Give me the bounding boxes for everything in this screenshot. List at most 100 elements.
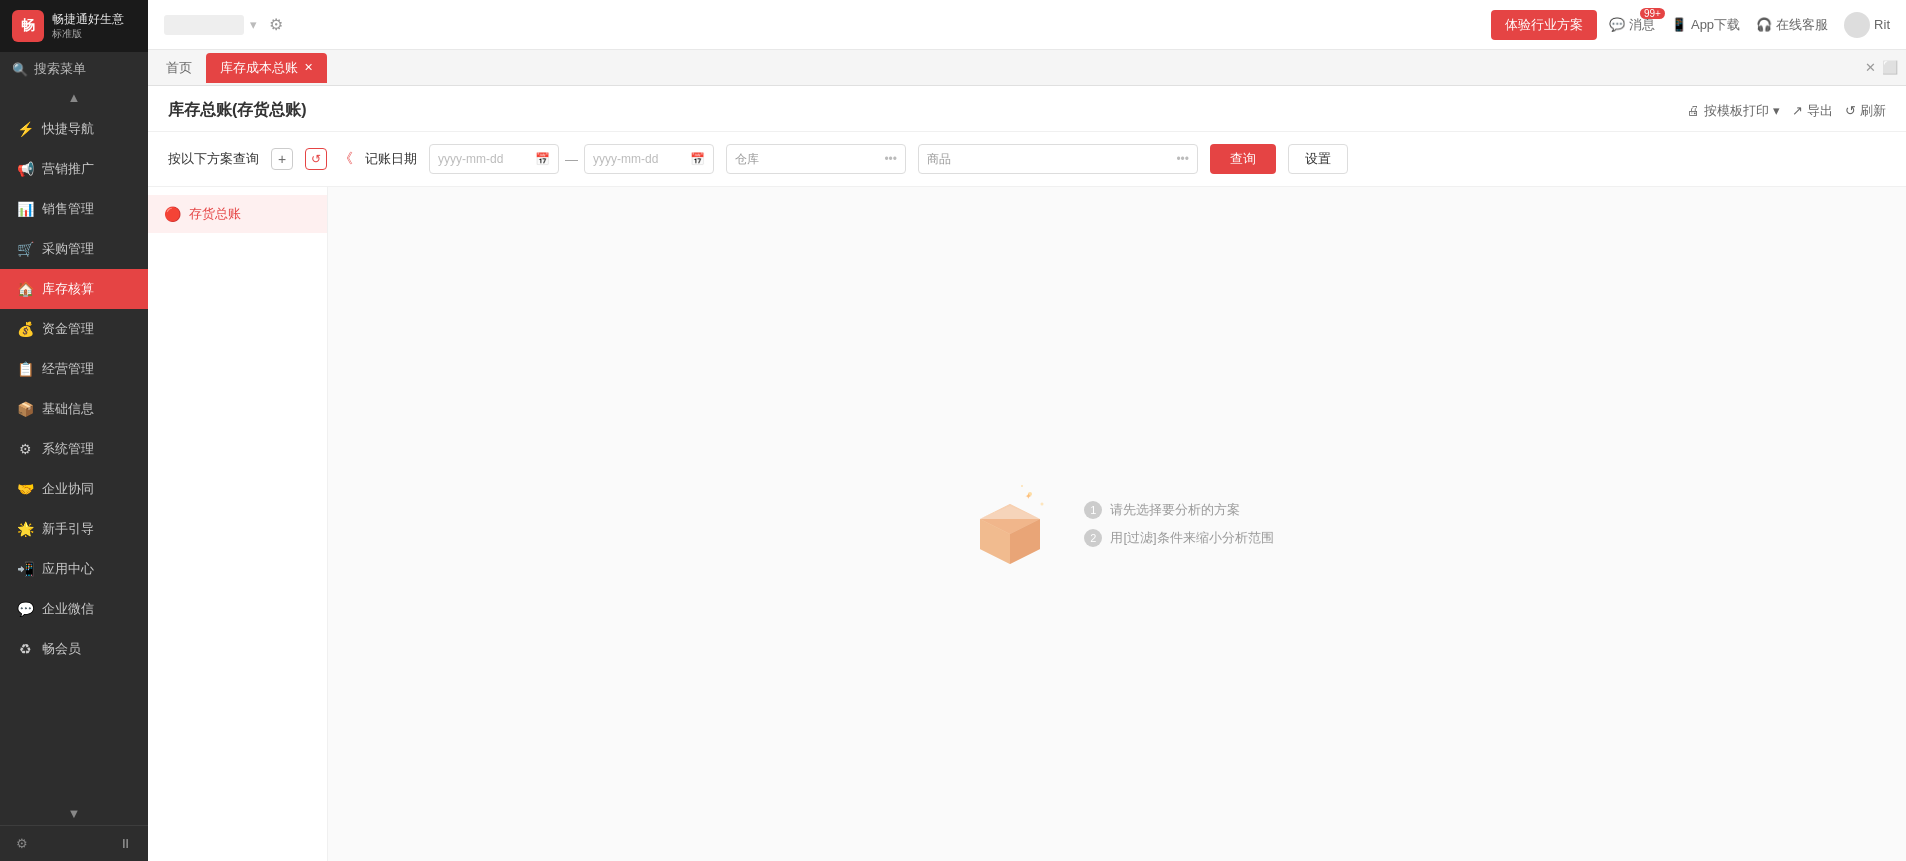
settings-button[interactable]: 设置: [1288, 144, 1348, 174]
tab-expand-icon[interactable]: ⬜: [1882, 60, 1898, 75]
warehouse-placeholder: 仓库: [735, 151, 759, 168]
main-content: ▾ ⚙ 体验行业方案 💬 消息 99+ 📱 App下载 🎧 在线客服 Rit: [148, 0, 1906, 861]
breadcrumb-arrow: ▾: [250, 17, 257, 32]
tip-num-2: 2: [1084, 529, 1102, 547]
page-title: 库存总账(存货总账): [168, 100, 307, 131]
user-profile[interactable]: Rit: [1844, 12, 1890, 38]
filter-label: 按以下方案查询: [168, 150, 259, 168]
print-icon: 🖨: [1687, 103, 1700, 118]
coop-icon: 🤝: [16, 481, 34, 497]
sidebar: 畅 畅捷通好生意 标准版 🔍 搜索菜单 ▲ ⚡ 快捷导航 📢 营销推广 📊 销售…: [0, 0, 148, 861]
breadcrumb-text: [164, 15, 244, 35]
tab-inventory-ledger[interactable]: 库存成本总账 ✕: [206, 53, 327, 83]
empty-state: ✦ 1 请先选择要分析的方案 2 用[过滤]条件来缩小分析范围: [960, 474, 1273, 574]
tip-item-2: 2 用[过滤]条件来缩小分析范围: [1084, 529, 1273, 547]
sidebar-search[interactable]: 🔍 搜索菜单: [0, 52, 148, 86]
tip-item-1: 1 请先选择要分析的方案: [1084, 501, 1273, 519]
avatar: [1844, 12, 1870, 38]
tab-close-all-icon[interactable]: ✕: [1865, 60, 1876, 75]
marketing-icon: 📢: [16, 161, 34, 177]
sidebar-item-basic[interactable]: 📦 基础信息: [0, 389, 148, 429]
svg-point-7: [1041, 503, 1044, 506]
calendar-start-icon[interactable]: 📅: [535, 152, 550, 166]
sidebar-item-label: 资金管理: [42, 320, 94, 338]
sales-icon: 📊: [16, 201, 34, 217]
print-button[interactable]: 🖨 按模板打印 ▾: [1687, 102, 1780, 120]
guide-icon: 🌟: [16, 521, 34, 537]
export-button[interactable]: ↗ 导出: [1792, 102, 1833, 120]
quick-nav-icon: ⚡: [16, 121, 34, 137]
sidebar-scroll-down[interactable]: ▼: [0, 802, 148, 825]
collapse-sidebar-icon[interactable]: ⏸: [119, 836, 132, 851]
content-main: ✦ 1 请先选择要分析的方案 2 用[过滤]条件来缩小分析范围: [328, 187, 1906, 861]
filter-add-button[interactable]: +: [271, 148, 293, 170]
goods-more-icon: •••: [1176, 152, 1189, 166]
sidebar-item-finance[interactable]: 💰 资金管理: [0, 309, 148, 349]
content-body: 🔴 存货总账: [148, 187, 1906, 861]
tip-text-1: 请先选择要分析的方案: [1110, 501, 1240, 519]
sidebar-item-label: 库存核算: [42, 280, 94, 298]
print-label: 按模板打印: [1704, 102, 1769, 120]
warehouse-select[interactable]: 仓库 •••: [726, 144, 906, 174]
svg-point-8: [1021, 485, 1023, 487]
sidebar-item-sales[interactable]: 📊 销售管理: [0, 189, 148, 229]
settings-gear-icon[interactable]: ⚙: [269, 15, 283, 34]
topbar-right: 💬 消息 99+ 📱 App下载 🎧 在线客服 Rit: [1609, 12, 1890, 38]
sidebar-item-coop[interactable]: 🤝 企业协同: [0, 469, 148, 509]
settings-icon[interactable]: ⚙: [16, 836, 28, 851]
goods-select[interactable]: 商品 •••: [918, 144, 1198, 174]
system-icon: ⚙: [16, 441, 34, 457]
sidebar-item-label: 新手引导: [42, 520, 94, 538]
topbar: ▾ ⚙ 体验行业方案 💬 消息 99+ 📱 App下载 🎧 在线客服 Rit: [148, 0, 1906, 50]
refresh-button[interactable]: ↺ 刷新: [1845, 102, 1886, 120]
sidebar-search-label: 搜索菜单: [34, 60, 86, 78]
empty-tips: 1 请先选择要分析的方案 2 用[过滤]条件来缩小分析范围: [1084, 501, 1273, 547]
scheme-icon: 🔴: [164, 206, 181, 222]
basic-icon: 📦: [16, 401, 34, 417]
date-label: 记账日期: [365, 150, 417, 168]
tabs-bar: 首页 库存成本总账 ✕ ✕ ⬜: [148, 50, 1906, 86]
tab-close-icon[interactable]: ✕: [304, 61, 313, 74]
calendar-end-icon[interactable]: 📅: [690, 152, 705, 166]
app-logo: 畅 畅捷通好生意 标准版: [0, 0, 148, 52]
sidebar-footer: ⚙ ⏸: [0, 825, 148, 861]
sidebar-nav: ⚡ 快捷导航 📢 营销推广 📊 销售管理 🛒 采购管理 🏠 库存核算 💰 资金管…: [0, 109, 148, 802]
sidebar-item-appstore[interactable]: 📲 应用中心: [0, 549, 148, 589]
sidebar-item-purchase[interactable]: 🛒 采购管理: [0, 229, 148, 269]
sidebar-item-guide[interactable]: 🌟 新手引导: [0, 509, 148, 549]
logo-icon: 畅: [12, 10, 44, 42]
empty-illustration: ✦: [960, 474, 1060, 574]
filter-area: 按以下方案查询 + ↺ 《 记账日期 yyyy-mm-dd 📅 — yyyy-m…: [148, 132, 1906, 187]
sidebar-item-label: 系统管理: [42, 440, 94, 458]
online-service-link[interactable]: 🎧 在线客服: [1756, 16, 1828, 34]
operation-icon: 📋: [16, 361, 34, 377]
service-label: 在线客服: [1776, 16, 1828, 34]
query-button[interactable]: 查询: [1210, 144, 1276, 174]
scheme-item-inventory-total[interactable]: 🔴 存货总账: [148, 195, 327, 233]
sidebar-item-inventory[interactable]: 🏠 库存核算: [0, 269, 148, 309]
sidebar-item-label: 经营管理: [42, 360, 94, 378]
scheme-panel: 🔴 存货总账: [148, 187, 328, 861]
industry-solution-button[interactable]: 体验行业方案: [1491, 10, 1597, 40]
member-icon: ♻: [16, 641, 34, 657]
filter-collapse-button[interactable]: 《: [339, 150, 353, 168]
date-start-input[interactable]: yyyy-mm-dd 📅: [429, 144, 559, 174]
sidebar-item-system[interactable]: ⚙ 系统管理: [0, 429, 148, 469]
sidebar-item-quick-nav[interactable]: ⚡ 快捷导航: [0, 109, 148, 149]
sidebar-item-member[interactable]: ♻ 畅会员: [0, 629, 148, 669]
sidebar-item-marketing[interactable]: 📢 营销推广: [0, 149, 148, 189]
message-badge: 99+: [1640, 8, 1665, 19]
message-button[interactable]: 💬 消息 99+: [1609, 16, 1655, 34]
sidebar-item-operation[interactable]: 📋 经营管理: [0, 349, 148, 389]
sidebar-item-wechat[interactable]: 💬 企业微信: [0, 589, 148, 629]
refresh-label: 刷新: [1860, 102, 1886, 120]
tab-home[interactable]: 首页: [156, 55, 202, 81]
print-dropdown-icon[interactable]: ▾: [1773, 103, 1780, 118]
sidebar-scroll-up[interactable]: ▲: [0, 86, 148, 109]
goods-placeholder: 商品: [927, 151, 951, 168]
export-label: 导出: [1807, 102, 1833, 120]
app-download-link[interactable]: 📱 App下载: [1671, 16, 1740, 34]
filter-reset-button[interactable]: ↺: [305, 148, 327, 170]
sidebar-item-label: 企业微信: [42, 600, 94, 618]
date-end-input[interactable]: yyyy-mm-dd 📅: [584, 144, 714, 174]
